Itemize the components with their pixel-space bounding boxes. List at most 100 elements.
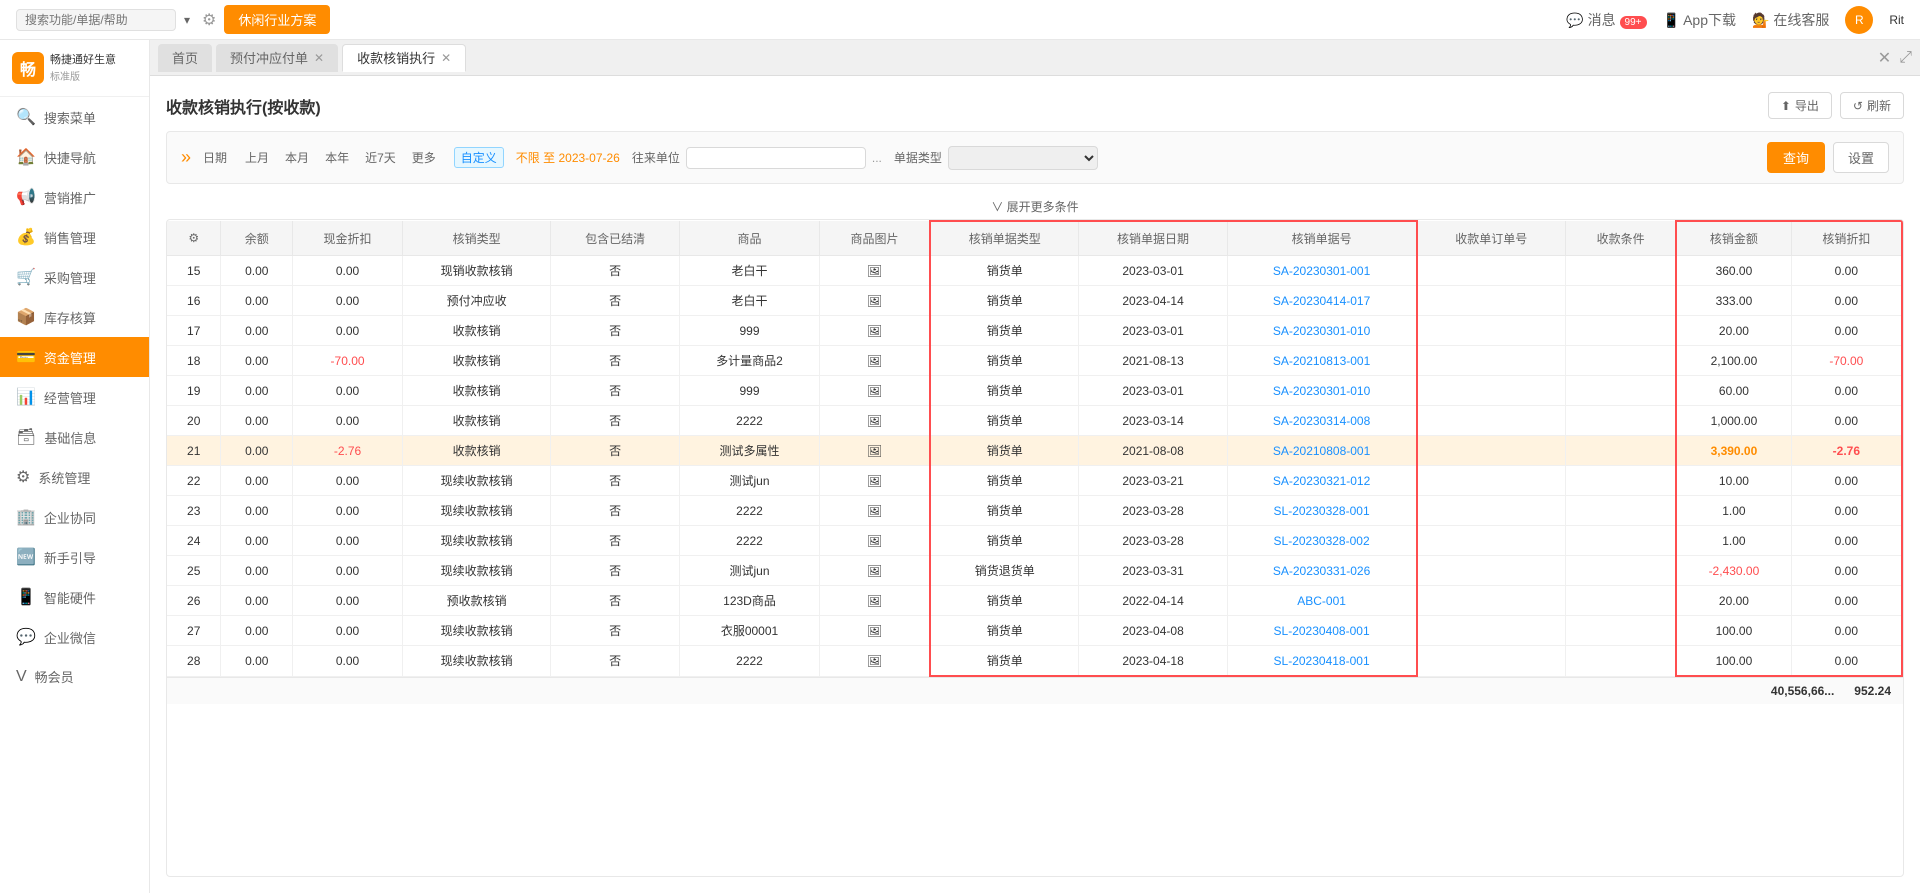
cell-bill_no[interactable]: SA-20230331-026 — [1227, 556, 1416, 586]
cell-bill_no[interactable]: SL-20230418-001 — [1227, 646, 1416, 677]
main-content: 首页预付冲应付单✕收款核销执行✕✕⤢ 收款核销执行(按收款) ⬆ 导出 ↺ 刷新 — [150, 40, 1920, 893]
bill-no-link[interactable]: SL-20230328-001 — [1274, 504, 1370, 518]
cell-bill_no[interactable]: SA-20230321-012 — [1227, 466, 1416, 496]
table-row: 180.00-70.00收款核销否多计量商品2🖼销货单2021-08-13SA-… — [167, 346, 1902, 376]
date-btn-上月[interactable]: 上月 — [239, 147, 275, 168]
party-input[interactable] — [686, 147, 866, 169]
bill-no-link[interactable]: SA-20230301-001 — [1273, 264, 1370, 278]
industry-solution-btn[interactable]: 休闲行业方案 — [224, 5, 330, 34]
top-bar-right: 💬 消息 99+ 📱 App下载 💁 在线客服 R Rit — [1566, 6, 1904, 34]
tab-close-all-btn[interactable]: ✕ — [1878, 48, 1891, 68]
sidebar-item-wechat[interactable]: 💬企业微信 — [0, 617, 149, 657]
filter-collapse-btn[interactable]: » — [181, 147, 191, 168]
cell-no: 15 — [167, 256, 221, 286]
cell-bill_no[interactable]: SL-20230328-001 — [1227, 496, 1416, 526]
bill-no-link[interactable]: ABC-001 — [1297, 594, 1346, 608]
table-head: ⚙余额现金折扣核销类型包含已结清商品商品图片核销单据类型核销单据日期核销单据号收… — [167, 221, 1902, 256]
date-btn-本月[interactable]: 本月 — [279, 147, 315, 168]
query-btn[interactable]: 查询 — [1767, 142, 1825, 173]
bill-no-link[interactable]: SA-20210808-001 — [1273, 444, 1370, 458]
cell-bill_type: 销货单 — [930, 406, 1079, 436]
date-btn-近7天[interactable]: 近7天 — [359, 147, 402, 168]
cell-bill_type: 销货单 — [930, 286, 1079, 316]
bill-no-link[interactable]: SA-20230314-008 — [1273, 414, 1370, 428]
cell-bill_no[interactable]: SA-20230301-001 — [1227, 256, 1416, 286]
date-btn-本年[interactable]: 本年 — [319, 147, 355, 168]
cell-cancel_amount: 10.00 — [1676, 466, 1791, 496]
sidebar-item-inventory[interactable]: 📦库存核算 — [0, 297, 149, 337]
bill-type-select[interactable] — [948, 146, 1098, 170]
cell-bill_no[interactable]: SA-20230314-008 — [1227, 406, 1416, 436]
app-layout: 畅 畅捷通好生意 标准版 🔍搜索菜单🏠快捷导航📢营销推广💰销售管理🛒采购管理📦库… — [0, 40, 1920, 893]
sidebar-item-hardware[interactable]: 📱智能硬件 — [0, 577, 149, 617]
tab-label-prepay: 预付冲应付单 — [230, 48, 308, 67]
tab-home[interactable]: 首页 — [158, 44, 212, 72]
refresh-btn[interactable]: ↺ 刷新 — [1840, 92, 1904, 119]
bill-no-link[interactable]: SL-20230418-001 — [1274, 654, 1370, 668]
cell-collect_condition — [1565, 346, 1676, 376]
settings-icon[interactable]: ⚙ — [202, 10, 216, 30]
sidebar-item-shortcuts[interactable]: 🏠快捷导航 — [0, 137, 149, 177]
tab-collection[interactable]: 收款核销执行✕ — [342, 44, 466, 72]
cell-bill_date: 2021-08-08 — [1079, 436, 1227, 466]
cell-bill_no[interactable]: SL-20230408-001 — [1227, 616, 1416, 646]
bill-no-link[interactable]: SA-20230321-012 — [1273, 474, 1370, 488]
tab-prepay[interactable]: 预付冲应付单 ✕ — [216, 44, 338, 72]
bill-no-link[interactable]: SA-20230331-026 — [1273, 564, 1370, 578]
cell-collect_order_no — [1417, 406, 1566, 436]
app-download-link[interactable]: 📱 App下载 — [1663, 10, 1736, 30]
table-row: 190.000.00收款核销否999🖼销货单2023-03-01SA-20230… — [167, 376, 1902, 406]
search-input[interactable] — [16, 9, 176, 31]
party-dots[interactable]: ... — [872, 151, 882, 165]
sidebar-item-system[interactable]: ⚙系统管理 — [0, 457, 149, 497]
expand-conditions-btn[interactable]: ∨ 展开更多条件 — [991, 200, 1078, 214]
cell-bill_no[interactable]: ABC-001 — [1227, 586, 1416, 616]
sidebar: 畅 畅捷通好生意 标准版 🔍搜索菜单🏠快捷导航📢营销推广💰销售管理🛒采购管理📦库… — [0, 40, 150, 893]
cell-bill_no[interactable]: SA-20210813-001 — [1227, 346, 1416, 376]
sidebar-item-purchase[interactable]: 🛒采购管理 — [0, 257, 149, 297]
sidebar-label-vip: 畅会员 — [35, 667, 74, 686]
cell-bill_date: 2023-03-14 — [1079, 406, 1227, 436]
cell-bill_no[interactable]: SA-20230301-010 — [1227, 376, 1416, 406]
tab-close-collection[interactable]: ✕ — [441, 51, 451, 65]
cell-bill_no[interactable]: SA-20210808-001 — [1227, 436, 1416, 466]
user-avatar[interactable]: R — [1845, 6, 1873, 34]
bill-no-link[interactable]: SA-20230414-017 — [1273, 294, 1370, 308]
online-service-link[interactable]: 💁 在线客服 — [1752, 10, 1829, 30]
bill-no-link[interactable]: SA-20230301-010 — [1273, 384, 1370, 398]
sidebar-item-corp[interactable]: 🏢企业协同 — [0, 497, 149, 537]
cell-bill_no[interactable]: SA-20230301-010 — [1227, 316, 1416, 346]
tab-close-prepay[interactable]: ✕ — [314, 51, 324, 65]
cell-bill_no[interactable]: SL-20230328-002 — [1227, 526, 1416, 556]
tab-maximize-btn[interactable]: ⤢ — [1899, 48, 1912, 68]
bill-no-link[interactable]: SA-20210813-001 — [1273, 354, 1370, 368]
cell-bill_no[interactable]: SA-20230414-017 — [1227, 286, 1416, 316]
sidebar-item-search[interactable]: 🔍搜索菜单 — [0, 97, 149, 137]
date-btn-更多[interactable]: 更多 — [406, 147, 442, 168]
sidebar-item-sales[interactable]: 💰销售管理 — [0, 217, 149, 257]
cell-include_settled: 否 — [551, 406, 680, 436]
export-btn[interactable]: ⬆ 导出 — [1768, 92, 1832, 119]
sidebar-item-finance[interactable]: 💳资金管理 — [0, 337, 149, 377]
filter-setting-btn[interactable]: 设置 — [1833, 142, 1889, 173]
sidebar-item-marketing[interactable]: 📢营销推广 — [0, 177, 149, 217]
col-header-bill_no: 核销单据号 — [1227, 221, 1416, 256]
cell-product: 999 — [680, 316, 820, 346]
cell-cancel_discount: 0.00 — [1791, 556, 1902, 586]
cell-bill_type: 销货单 — [930, 316, 1079, 346]
cell-product: 测试多属性 — [680, 436, 820, 466]
cell-bill_date: 2023-03-21 — [1079, 466, 1227, 496]
operations-icon: 📊 — [16, 387, 36, 407]
sidebar-item-basic[interactable]: 🗃基础信息 — [0, 417, 149, 457]
custom-date-btn[interactable]: 自定义 — [454, 147, 504, 168]
sidebar-item-vip[interactable]: V畅会员 — [0, 657, 149, 696]
bill-no-link[interactable]: SL-20230408-001 — [1274, 624, 1370, 638]
bill-no-link[interactable]: SA-20230301-010 — [1273, 324, 1370, 338]
bill-no-link[interactable]: SL-20230328-002 — [1274, 534, 1370, 548]
cell-product_image: 🖼 — [819, 556, 930, 586]
dropdown-arrow[interactable]: ▾ — [184, 13, 190, 27]
sidebar-item-guide[interactable]: 🆕新手引导 — [0, 537, 149, 577]
message-icon[interactable]: 💬 消息 99+ — [1566, 10, 1646, 30]
cell-cancel_type: 收款核销 — [403, 376, 551, 406]
sidebar-item-operations[interactable]: 📊经营管理 — [0, 377, 149, 417]
